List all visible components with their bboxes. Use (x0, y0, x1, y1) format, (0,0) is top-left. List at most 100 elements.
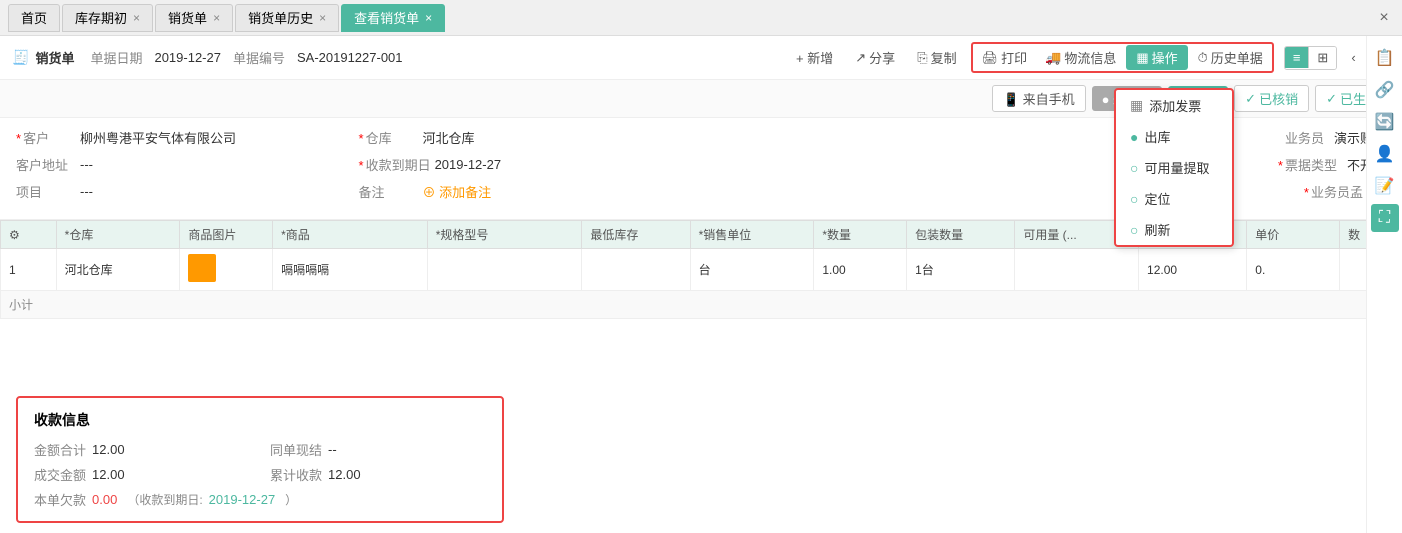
menu-available-qty[interactable]: ○ 可用量提取 (1116, 152, 1232, 183)
from-phone-button[interactable]: 📱 来自手机 (992, 85, 1086, 112)
cell-spec (427, 249, 582, 291)
project-field: 项目 --- (16, 182, 359, 201)
grid-view-button[interactable]: ⊞ (1309, 47, 1336, 69)
right-sidebar: 📋 🔗 🔄 👤 📝 ⛶ (1366, 36, 1402, 533)
tab-view-order[interactable]: 查看销货单 × (341, 4, 445, 32)
project-value: --- (80, 184, 93, 199)
new-button[interactable]: + 新增 (788, 45, 841, 70)
cell-qty: 1.00 (814, 249, 907, 291)
note-field: 备注 ⊕ 添加备注 (359, 182, 702, 201)
tab-sales-order-close[interactable]: × (213, 11, 220, 25)
print-op-wrap: 🖨 打印 🚚 物流信息 ▦ 操作 ⏱ 历史单 (971, 42, 1274, 73)
phone-icon: 📱 (1003, 92, 1019, 107)
col-spec: *规格型号 (427, 221, 582, 249)
tab-sales-history-close[interactable]: × (319, 11, 326, 25)
table-row: 1 河北仓库 嗝嗝嗝嗝 台 1.00 1台 12.00 0. (1, 249, 1402, 291)
window-close-button[interactable]: × (1374, 8, 1394, 28)
own-amount-value: 0.00 (92, 492, 117, 507)
prev-button[interactable]: ‹ (1343, 47, 1363, 68)
bottom-right (520, 386, 1402, 533)
sidebar-btn-1[interactable]: 📋 (1371, 44, 1399, 72)
sidebar-btn-expand[interactable]: ⛶ (1371, 204, 1399, 232)
ticket-type-field: *票据类型 不开票 (701, 155, 1386, 174)
bottom-area: 收款信息 金额合计 12.00 同单现结 -- 成交金额 12.00 (0, 386, 1402, 533)
cell-num: 1 (1, 249, 57, 291)
due-date-field: *收款到期日 2019-12-27 (359, 155, 702, 174)
refresh-icon: ○ (1130, 222, 1138, 238)
address-field: 客户地址 --- (16, 155, 359, 174)
circle-icon: ● (1102, 92, 1110, 107)
add-note-button[interactable]: ⊕ 添加备注 (423, 182, 492, 201)
date-value: 2019-12-27 (154, 50, 221, 65)
tab-view-order-close[interactable]: × (425, 11, 432, 25)
menu-locate[interactable]: ○ 定位 (1116, 183, 1232, 214)
history-button[interactable]: ⏱ 历史单据 (1190, 45, 1271, 70)
menu-refresh[interactable]: ○ 刷新 (1116, 214, 1232, 245)
own-date: 2019-12-27 (209, 492, 276, 507)
total-received-value: 12.00 (328, 467, 361, 482)
same-settle-item: 同单现结 -- (270, 440, 486, 459)
header-bar: 🧾 销货单 单据日期 2019-12-27 单据编号 SA-20191227-0… (0, 36, 1402, 80)
due-date-value: 2019-12-27 (435, 157, 502, 172)
cell-unit: 台 (690, 249, 814, 291)
menu-outbound[interactable]: ● 出库 (1116, 121, 1232, 152)
print-icon: 🖨 (982, 50, 999, 66)
own-amount-item: 本单欠款 0.00 （收款到期日: 2019-12-27 ） (34, 490, 486, 509)
col-pack-qty: 包装数量 (907, 221, 1015, 249)
staff2-field: *业务员孟 --- (701, 182, 1386, 201)
address-value: --- (80, 157, 93, 172)
available-icon: ○ (1130, 160, 1138, 176)
operation-button[interactable]: ▦ 操作 (1126, 45, 1187, 70)
own-hint2: ） (285, 491, 297, 508)
tab-sales-order[interactable]: 销货单 × (155, 4, 233, 32)
outbound-icon: ● (1130, 129, 1138, 145)
tab-bar: 首页 库存期初 × 销货单 × 销货单历史 × 查看销货单 × × (0, 0, 1402, 36)
date-label: 单据日期 (90, 48, 142, 67)
add-invoice-icon: ▦ (1130, 97, 1143, 114)
cell-pack-qty: 1台 (907, 249, 1015, 291)
subtotal-label: 小计 (1, 291, 1402, 319)
tab-home[interactable]: 首页 (8, 4, 60, 32)
product-image (188, 254, 216, 282)
copy-button[interactable]: ⎘ 复制 (909, 45, 964, 70)
amount-total-value: 12.00 (92, 442, 125, 457)
warehouse-value: 河北仓库 (423, 128, 475, 147)
doc-title: 销货单 (35, 48, 74, 67)
logistics-button[interactable]: 🚚 物流信息 (1037, 45, 1124, 70)
locate-icon: ○ (1130, 191, 1138, 207)
dropdown-menu: ▦ 添加发票 ● 出库 ○ 可用量提取 ○ 定位 ○ 刷新 (1114, 88, 1234, 247)
bottom-left: 收款信息 金额合计 12.00 同单现结 -- 成交金额 12.00 (0, 386, 520, 533)
share-icon: ↗ (855, 50, 866, 66)
tab-inventory-init-close[interactable]: × (133, 11, 140, 25)
sold-button[interactable]: ✓ 已核销 (1234, 85, 1309, 112)
history-icon: ⏱ (1198, 50, 1208, 66)
print-button[interactable]: 🖨 打印 (974, 45, 1036, 70)
doc-icon: 🧾 (12, 49, 29, 66)
view-toggle: ≡ ⊞ (1284, 46, 1338, 70)
sidebar-btn-3[interactable]: 🔄 (1371, 108, 1399, 136)
customer-field: *客户 柳州粤港平安气体有限公司 (16, 128, 359, 147)
col-settings[interactable]: ⚙ (1, 221, 57, 249)
main-content: 🧾 销货单 单据日期 2019-12-27 单据编号 SA-20191227-0… (0, 36, 1402, 533)
tab-inventory-init[interactable]: 库存期初 × (62, 4, 153, 32)
sidebar-btn-5[interactable]: 📝 (1371, 172, 1399, 200)
col-unit: *销售单位 (690, 221, 814, 249)
tab-sales-history[interactable]: 销货单历史 × (235, 4, 339, 32)
share-button[interactable]: ↗ 分享 (847, 45, 903, 70)
operation-icon: ▦ (1136, 50, 1148, 66)
list-view-button[interactable]: ≡ (1285, 47, 1310, 68)
logistics-icon: 🚚 (1045, 50, 1061, 66)
number-value: SA-20191227-001 (297, 50, 403, 65)
menu-add-invoice[interactable]: ▦ 添加发票 (1116, 90, 1232, 121)
deal-amount-item: 成交金额 12.00 (34, 465, 250, 484)
cell-min-stock (582, 249, 690, 291)
payment-section: 收款信息 金额合计 12.00 同单现结 -- 成交金额 12.00 (16, 396, 504, 523)
col-price: 单价 (1247, 221, 1340, 249)
sidebar-btn-4[interactable]: 👤 (1371, 140, 1399, 168)
doc-meta: 单据日期 2019-12-27 单据编号 SA-20191227-001 (90, 48, 788, 67)
same-settle-value: -- (328, 442, 337, 457)
amount-total-item: 金额合计 12.00 (34, 440, 250, 459)
sidebar-btn-2[interactable]: 🔗 (1371, 76, 1399, 104)
cell-warehouse: 河北仓库 (56, 249, 180, 291)
col-product: *商品 (273, 221, 428, 249)
